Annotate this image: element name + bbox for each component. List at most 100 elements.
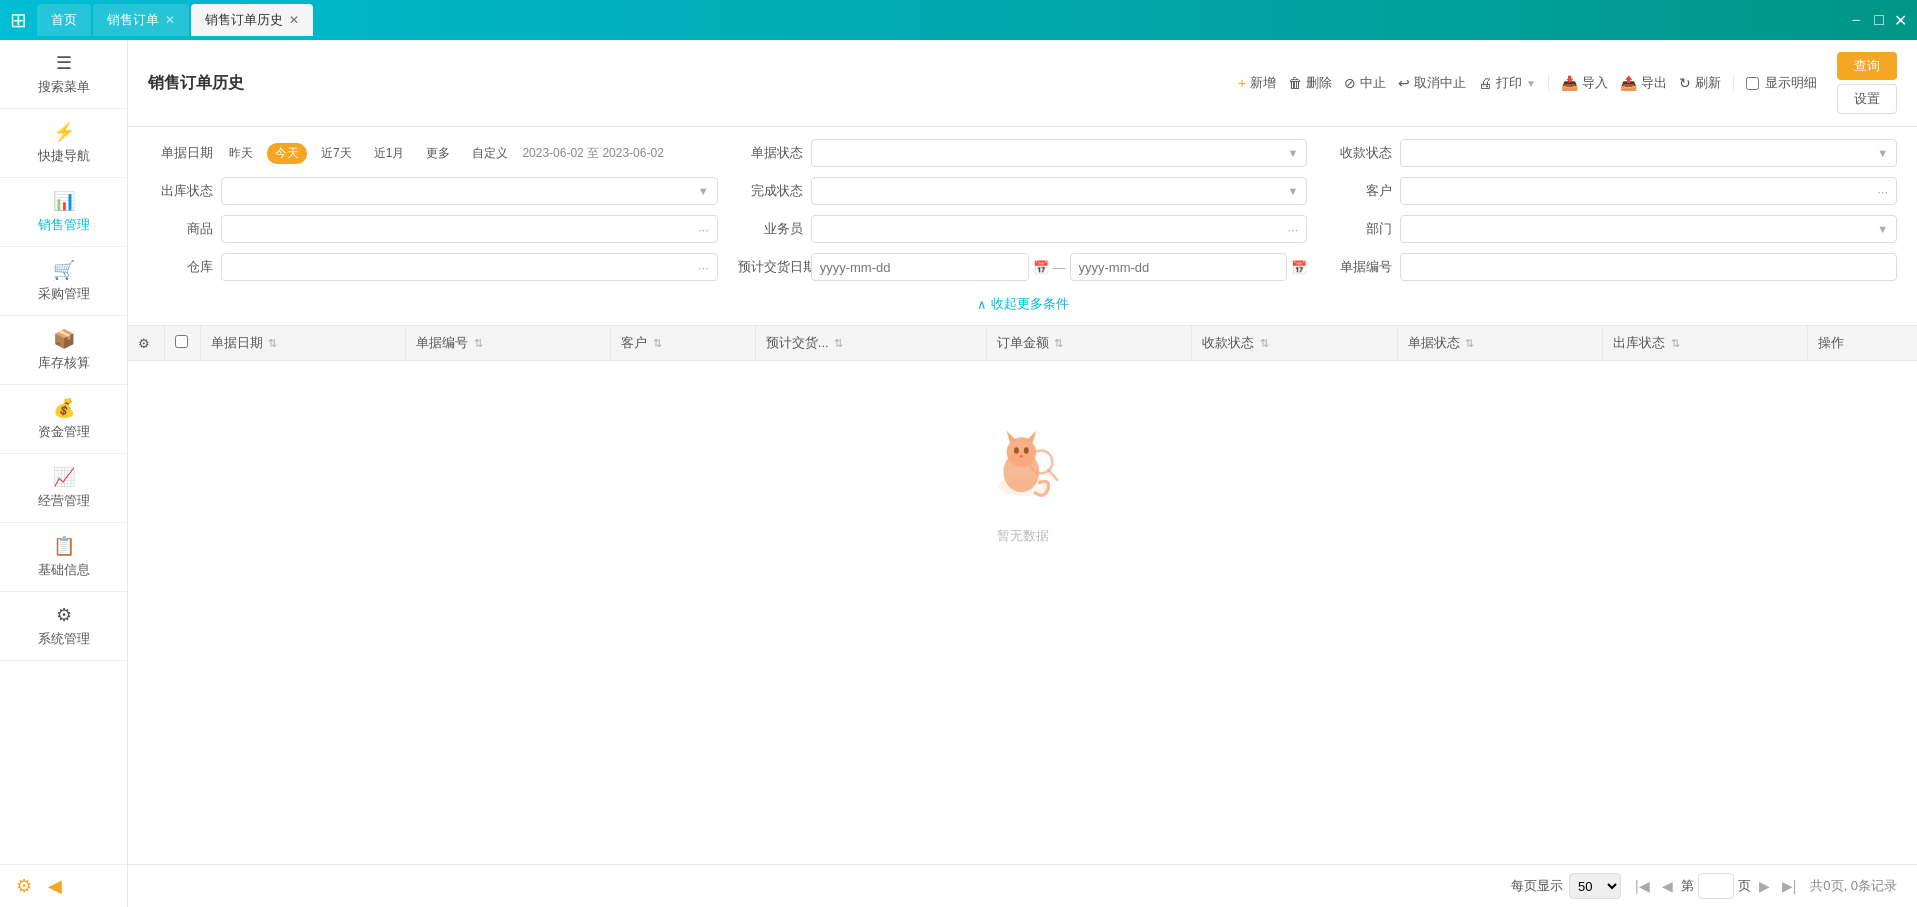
sort-no-icon: ⇅ — [474, 337, 483, 349]
sidebar-item-basic-info[interactable]: 📋 基础信息 — [0, 523, 127, 592]
th-no[interactable]: 单据编号 ⇅ — [405, 326, 610, 361]
date-tag-1month[interactable]: 近1月 — [366, 143, 413, 164]
page-size-select[interactable]: 10 20 50 100 — [1569, 873, 1621, 899]
date-tag-7days[interactable]: 近7天 — [313, 143, 360, 164]
last-page-button[interactable]: ▶| — [1778, 876, 1801, 896]
sort-payment-icon: ⇅ — [1260, 337, 1269, 349]
payment-select[interactable]: ▼ — [1400, 139, 1897, 167]
sidebar-item-finance[interactable]: 💰 资金管理 — [0, 385, 127, 454]
th-settings[interactable]: ⚙ — [128, 326, 164, 361]
empty-text: 暂无数据 — [997, 527, 1049, 545]
sidebar-item-purchase-mgmt[interactable]: 🛒 采购管理 — [0, 247, 127, 316]
sidebar-item-system-mgmt[interactable]: ⚙ 系统管理 — [0, 592, 127, 661]
product-dots-icon[interactable]: ··· — [698, 222, 709, 237]
th-checkbox[interactable] — [164, 326, 200, 361]
sort-amount-icon: ⇅ — [1054, 337, 1063, 349]
page-title: 销售订单历史 — [148, 73, 244, 94]
expected-date-start[interactable] — [811, 253, 1029, 281]
sidebar-item-search-menu[interactable]: ☰ 搜索菜单 — [0, 40, 127, 109]
new-icon: + — [1238, 75, 1246, 91]
salesperson-dots-icon[interactable]: ··· — [1288, 222, 1299, 237]
tab-sales-order-close[interactable]: ✕ — [165, 13, 175, 27]
delivery-label: 出库状态 — [148, 182, 213, 200]
status-arrow-icon: ▼ — [1287, 147, 1298, 159]
delivery-select[interactable]: ▼ — [221, 177, 718, 205]
sort-expected-icon: ⇅ — [834, 337, 843, 349]
warehouse-select[interactable]: ··· — [221, 253, 718, 281]
th-delivery-status[interactable]: 出库状态 ⇅ — [1603, 326, 1808, 361]
sidebar-item-inventory[interactable]: 📦 库存核算 — [0, 316, 127, 385]
date-separator: — — [1053, 260, 1066, 275]
date-tag-yesterday[interactable]: 昨天 — [221, 143, 261, 164]
filter-row-3: 商品 ··· 业务员 ··· 部门 — [148, 215, 1897, 243]
export-button[interactable]: 📤 导出 — [1620, 74, 1667, 92]
th-amount[interactable]: 订单金额 ⇅ — [986, 326, 1191, 361]
sidebar-item-operation[interactable]: 📈 经营管理 — [0, 454, 127, 523]
close-icon[interactable]: ✕ — [1894, 11, 1907, 30]
table-settings-icon[interactable]: ⚙ — [138, 336, 150, 351]
stop-icon: ⊘ — [1344, 75, 1356, 91]
refresh-button[interactable]: ↻ 刷新 — [1679, 74, 1721, 92]
minimize-icon[interactable]: － — [1848, 10, 1864, 31]
th-date[interactable]: 单据日期 ⇅ — [200, 326, 405, 361]
sidebar-item-sales-mgmt[interactable]: 📊 销售管理 — [0, 178, 127, 247]
date-tag-more[interactable]: 更多 — [418, 143, 458, 164]
page-number-input[interactable]: 1 — [1698, 873, 1734, 899]
product-select[interactable]: ··· — [221, 215, 718, 243]
tab-sales-order-history-close[interactable]: ✕ — [289, 13, 299, 27]
tab-sales-order-history[interactable]: 销售订单历史 ✕ — [191, 4, 313, 36]
display-detail-checkbox[interactable] — [1746, 77, 1759, 90]
sidebar-item-sales-mgmt-label: 销售管理 — [38, 216, 90, 234]
th-payment-status[interactable]: 收款状态 ⇅ — [1192, 326, 1397, 361]
next-page-button[interactable]: ▶ — [1755, 876, 1774, 896]
warehouse-dots-icon[interactable]: ··· — [698, 260, 709, 275]
sidebar-bottom: ⚙ ◀ — [0, 864, 127, 907]
maximize-icon[interactable]: □ — [1874, 11, 1884, 29]
content-area: 销售订单历史 + 新增 🗑 删除 ⊘ 中止 ↩ 取消中止 — [128, 40, 1917, 907]
cancel-stop-button[interactable]: ↩ 取消中止 — [1398, 74, 1466, 92]
settings-button[interactable]: 设置 — [1837, 84, 1897, 114]
tab-sales-order[interactable]: 销售订单 ✕ — [93, 4, 189, 36]
order-no-input[interactable] — [1400, 253, 1897, 281]
salesperson-select[interactable]: ··· — [811, 215, 1308, 243]
date-tag-today[interactable]: 今天 — [267, 143, 307, 164]
th-expected[interactable]: 预计交货... ⇅ — [755, 326, 986, 361]
cancel-stop-label: 取消中止 — [1414, 74, 1466, 92]
display-detail-wrap[interactable]: 显示明细 — [1746, 74, 1817, 92]
th-doc-status[interactable]: 单据状态 ⇅ — [1397, 326, 1602, 361]
query-button[interactable]: 查询 — [1837, 52, 1897, 80]
operation-icon: 📈 — [53, 466, 75, 488]
svg-point-5 — [1014, 447, 1019, 454]
first-page-button[interactable]: |◀ — [1631, 876, 1654, 896]
toolbar-divider-2 — [1733, 75, 1734, 91]
print-button[interactable]: 🖨 打印 ▼ — [1478, 74, 1536, 92]
new-button[interactable]: + 新增 — [1238, 74, 1276, 92]
sort-date-icon: ⇅ — [268, 337, 277, 349]
sort-doc-icon: ⇅ — [1465, 337, 1474, 349]
filter-order-no: 单据编号 — [1327, 253, 1897, 281]
complete-select[interactable]: ▼ — [811, 177, 1308, 205]
filter-product: 商品 ··· — [148, 215, 718, 243]
th-customer[interactable]: 客户 ⇅ — [611, 326, 755, 361]
window-controls: － □ ✕ — [1848, 10, 1907, 31]
empty-illustration — [973, 421, 1073, 511]
tab-home[interactable]: 首页 — [37, 4, 91, 36]
customer-dots-icon[interactable]: ··· — [1877, 184, 1888, 199]
department-select[interactable]: ▼ — [1400, 215, 1897, 243]
import-button[interactable]: 📥 导入 — [1561, 74, 1608, 92]
sales-mgmt-icon: 📊 — [53, 190, 75, 212]
stop-button[interactable]: ⊘ 中止 — [1344, 74, 1386, 92]
customer-label: 客户 — [1327, 182, 1392, 200]
sidebar-item-quick-nav[interactable]: ⚡ 快捷导航 — [0, 109, 127, 178]
date-tag-custom[interactable]: 自定义 — [464, 143, 516, 164]
sidebar-collapse-icon[interactable]: ◀ — [48, 875, 62, 897]
status-select[interactable]: ▼ — [811, 139, 1308, 167]
prev-page-button[interactable]: ◀ — [1658, 876, 1677, 896]
customer-select[interactable]: ··· — [1400, 177, 1897, 205]
sidebar-settings-icon[interactable]: ⚙ — [16, 875, 32, 897]
collapse-row[interactable]: ∧ 收起更多条件 — [148, 291, 1897, 313]
date-range-dash: 📅 — [1033, 260, 1049, 275]
select-all-checkbox[interactable] — [175, 335, 188, 348]
delete-button[interactable]: 🗑 删除 — [1288, 74, 1332, 92]
expected-date-end[interactable] — [1070, 253, 1288, 281]
